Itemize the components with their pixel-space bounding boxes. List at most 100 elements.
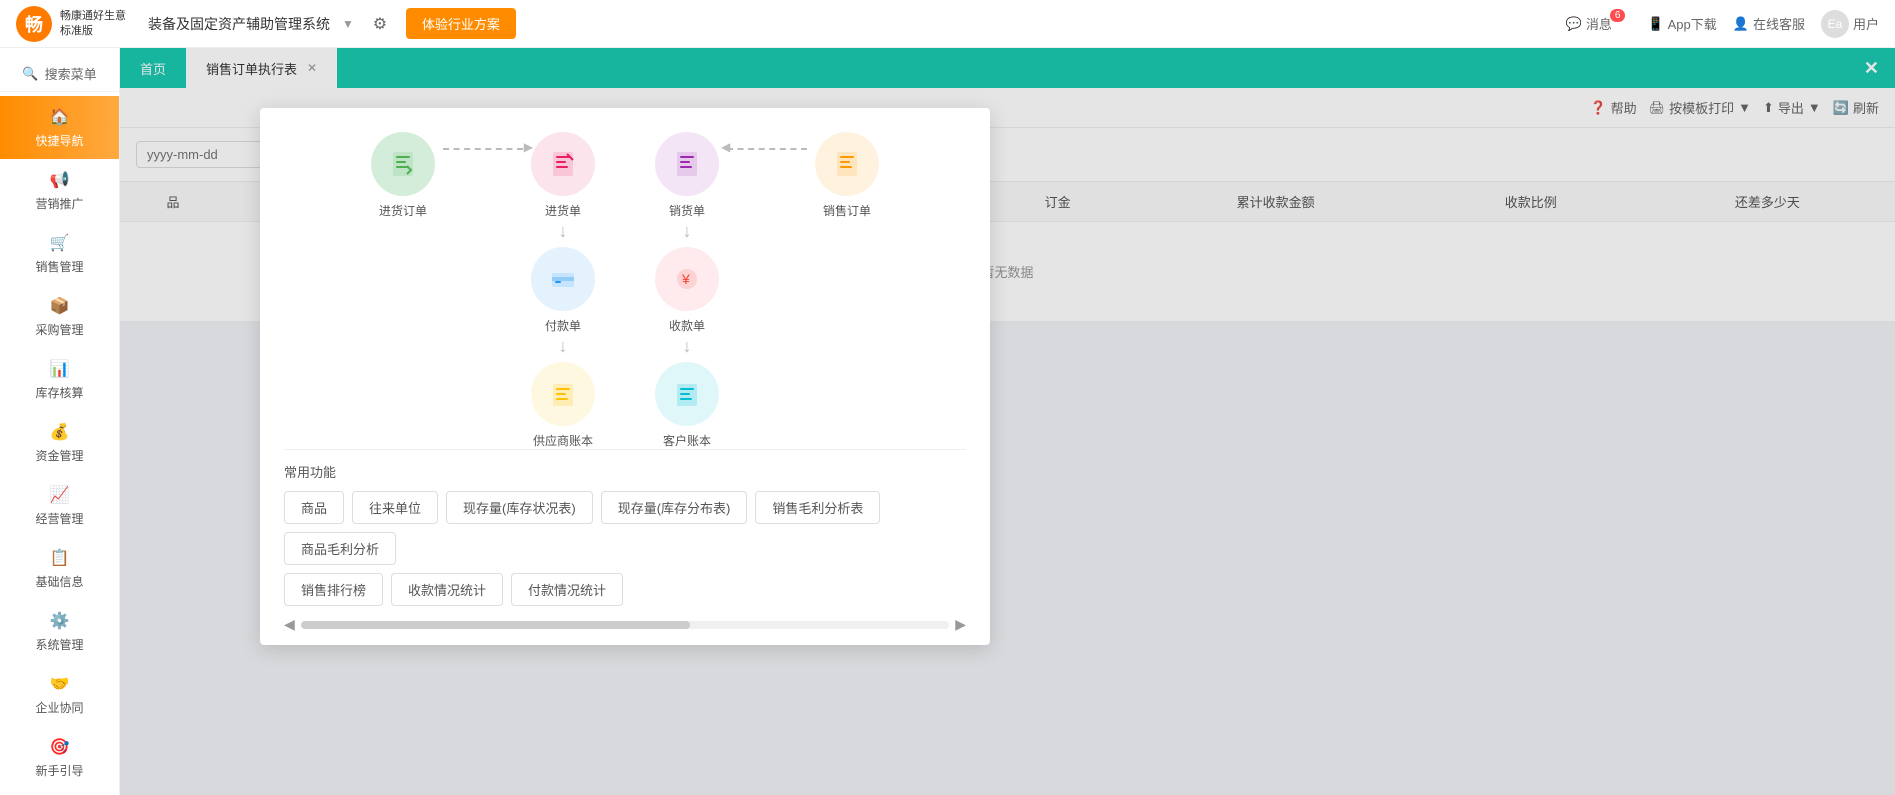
arrow-down-receipt: ↓ (683, 219, 692, 243)
sales-bill-circle (655, 132, 719, 196)
system-title: 装备及固定资产辅助管理系统 (148, 14, 330, 34)
scroll-left-btn[interactable]: ◀ (284, 616, 295, 633)
quick-nav-icon: 🏠 (49, 106, 71, 128)
sidebar-item-enterprise[interactable]: 🤝 企业协同 (0, 663, 119, 726)
basic-icon: 📋 (49, 547, 71, 569)
download-icon: 📱 (1647, 16, 1663, 32)
sidebar-item-sales[interactable]: 🛒 销售管理 (0, 222, 119, 285)
search-menu-button[interactable]: 🔍 搜索菜单 (0, 56, 119, 92)
content-area: 首页 销售订单执行表 ✕ ✕ ❓ 帮助 🖨 按模板打印 ▼ ⬆ 导出 ▼ (120, 48, 1895, 795)
customer-label: 客户账本 (663, 432, 711, 449)
btn-stock-dist[interactable]: 现存量(库存分布表) (601, 491, 748, 524)
flow-node-sales-order[interactable]: 销售订单 (815, 132, 879, 219)
btn-stock-status[interactable]: 现存量(库存状况表) (446, 491, 593, 524)
message-button[interactable]: 💬 消息 6 (1566, 14, 1632, 33)
flow-col-2: 进货单 ↓ 付款单 (531, 132, 595, 449)
message-icon: 💬 (1566, 16, 1582, 32)
purchase-order-circle (371, 132, 435, 196)
flow-popup: 进货订单 (260, 108, 990, 645)
payment-label: 付款单 (545, 317, 581, 334)
sidebar-item-basic[interactable]: 📋 基础信息 (0, 537, 119, 600)
flow-node-payment[interactable]: 付款单 (531, 247, 595, 334)
flow-col-3: 销货单 ↓ ¥ 收款单 ↓ (655, 132, 719, 449)
user-avatar: Ea (1821, 10, 1849, 38)
enterprise-icon: 🤝 (49, 673, 71, 695)
common-btns-row1: 商品 往来单位 现存量(库存状况表) 现存量(库存分布表) 销售毛利分析表 商品… (284, 491, 966, 565)
flow-node-supplier[interactable]: 供应商账本 (531, 362, 595, 449)
sidebar-item-purchase[interactable]: 📦 采购管理 (0, 285, 119, 348)
arrow-down-payment: ↓ (559, 219, 568, 243)
search-icon: 🔍 (22, 66, 38, 82)
receipt-circle: ¥ (655, 247, 719, 311)
btn-product[interactable]: 商品 (284, 491, 344, 524)
app-download-button[interactable]: 📱 App下载 (1647, 14, 1716, 33)
flow-col-1: 进货订单 (371, 132, 435, 219)
supplier-label: 供应商账本 (533, 432, 593, 449)
settings-gear-button[interactable]: ⚙ (366, 10, 394, 38)
header-left: 畅 畅康通好生意 标准版 装备及固定资产辅助管理系统 ▼ ⚙ 体验行业方案 (16, 6, 516, 42)
sidebar-item-marketing[interactable]: 📢 营销推广 (0, 159, 119, 222)
service-icon: 👤 (1733, 16, 1749, 32)
system-icon: ⚙️ (49, 610, 71, 632)
arrow-down-supplier: ↓ (559, 334, 568, 358)
sales-order-circle (815, 132, 879, 196)
guide-icon: 🎯 (49, 736, 71, 758)
arrow-down-customer: ↓ (683, 334, 692, 358)
popup-scrollbar: ◀ ▶ (284, 616, 966, 633)
operation-icon: 📈 (49, 484, 71, 506)
purchase-bill-label: 进货单 (545, 202, 581, 219)
scroll-right-btn[interactable]: ▶ (955, 616, 966, 633)
header-right: 💬 消息 6 📱 App下载 👤 在线客服 Ea 用户 (1566, 10, 1879, 38)
btn-receipt-stats[interactable]: 收款情况统计 (391, 573, 503, 606)
user-area[interactable]: Ea 用户 (1821, 10, 1879, 38)
top-header: 畅 畅康通好生意 标准版 装备及固定资产辅助管理系统 ▼ ⚙ 体验行业方案 💬 … (0, 0, 1895, 48)
customer-circle (655, 362, 719, 426)
online-service-button[interactable]: 👤 在线客服 (1733, 14, 1805, 33)
scrollbar-thumb (301, 621, 690, 629)
common-functions-section: 常用功能 商品 往来单位 现存量(库存状况表) 现存量(库存分布表) 销售毛利分… (284, 449, 966, 606)
trial-button[interactable]: 体验行业方案 (406, 8, 516, 39)
logo-area: 畅 畅康通好生意 标准版 (16, 6, 136, 42)
common-functions-title: 常用功能 (284, 462, 966, 481)
flow-node-customer[interactable]: 客户账本 (655, 362, 719, 449)
btn-product-gross[interactable]: 商品毛利分析 (284, 532, 396, 565)
finance-icon: 💰 (49, 421, 71, 443)
flow-node-receipt[interactable]: ¥ 收款单 (655, 247, 719, 334)
sidebar-item-finance[interactable]: 💰 资金管理 (0, 411, 119, 474)
flow-node-purchase-bill[interactable]: 进货单 (531, 132, 595, 219)
sales-order-label: 销售订单 (823, 202, 871, 219)
logo-icon: 畅 (16, 6, 52, 42)
purchase-order-label: 进货订单 (379, 202, 427, 219)
sales-bill-label: 销货单 (669, 202, 705, 219)
supplier-circle (531, 362, 595, 426)
common-btns-row2: 销售排行榜 收款情况统计 付款情况统计 (284, 573, 966, 606)
receipt-label: 收款单 (669, 317, 705, 334)
marketing-icon: 📢 (49, 169, 71, 191)
sidebar-item-operation[interactable]: 📈 经营管理 (0, 474, 119, 537)
btn-related-unit[interactable]: 往来单位 (352, 491, 438, 524)
sidebar-item-inventory[interactable]: 📊 库存核算 (0, 348, 119, 411)
sidebar-item-guide[interactable]: 🎯 新手引导 (0, 726, 119, 789)
purchase-bill-circle (531, 132, 595, 196)
flow-node-purchase-order[interactable]: 进货订单 (371, 132, 435, 219)
payment-circle (531, 247, 595, 311)
logo-text: 畅康通好生意 标准版 (60, 9, 126, 38)
btn-payment-stats[interactable]: 付款情况统计 (511, 573, 623, 606)
sidebar-item-system[interactable]: ⚙️ 系统管理 (0, 600, 119, 663)
message-badge: 6 (1610, 9, 1626, 22)
arrow-1-2 (435, 148, 531, 150)
purchase-icon: 📦 (49, 295, 71, 317)
flow-node-sales-bill[interactable]: 销货单 (655, 132, 719, 219)
svg-text:¥: ¥ (681, 271, 690, 287)
btn-sales-gross[interactable]: 销售毛利分析表 (755, 491, 880, 524)
sidebar-item-quick[interactable]: 🏠 快捷导航 (0, 96, 119, 159)
system-dropdown-icon[interactable]: ▼ (342, 17, 354, 31)
inventory-icon: 📊 (49, 358, 71, 380)
sales-icon: 🛒 (49, 232, 71, 254)
main-layout: 🔍 搜索菜单 🏠 快捷导航 📢 营销推广 🛒 销售管理 📦 采购管理 📊 库存核… (0, 48, 1895, 795)
btn-sales-rank[interactable]: 销售排行榜 (284, 573, 383, 606)
flow-col-4: 销售订单 (815, 132, 879, 219)
sidebar: 🔍 搜索菜单 🏠 快捷导航 📢 营销推广 🛒 销售管理 📦 采购管理 📊 库存核… (0, 48, 120, 795)
arrow-4-3: ◀ (719, 148, 815, 150)
scrollbar-track[interactable] (301, 621, 949, 629)
